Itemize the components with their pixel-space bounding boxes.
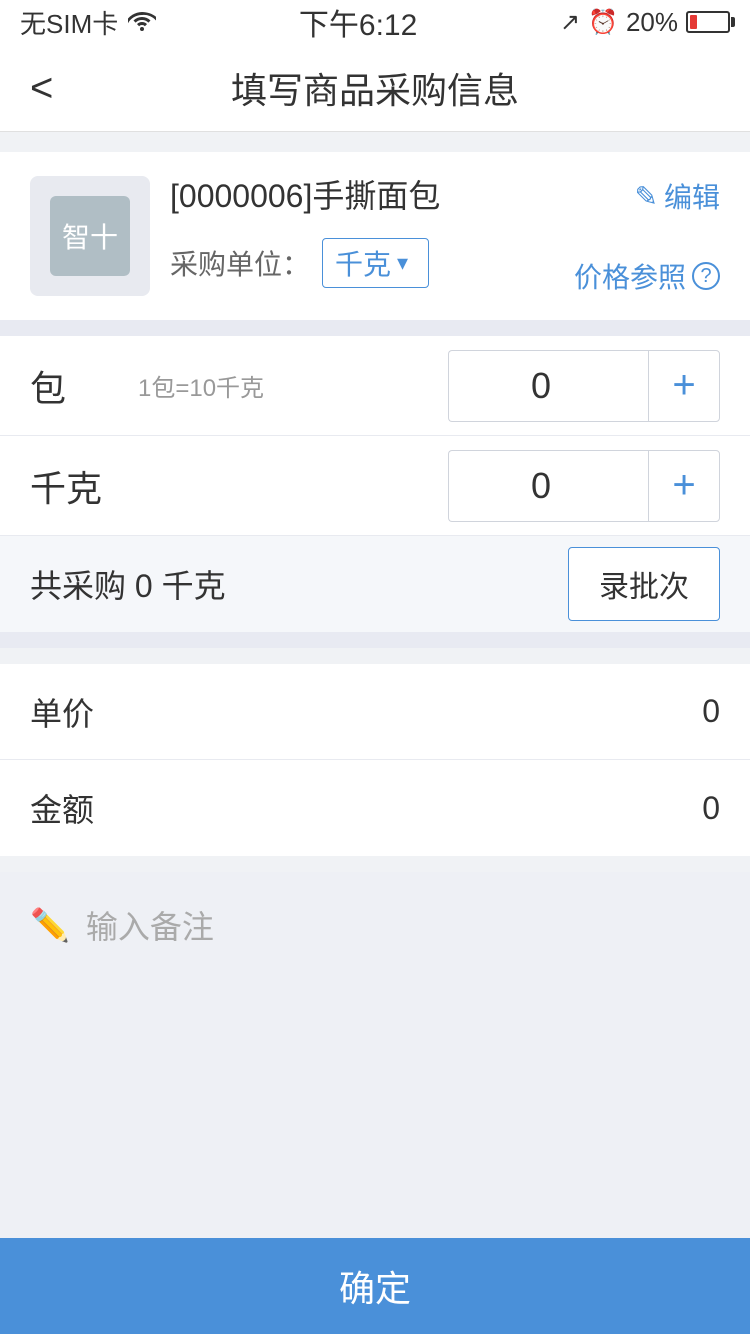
bag-quantity-row: 包 1包=10千克 + <box>0 336 750 436</box>
amount-label: 金额 <box>30 785 94 831</box>
kg-plus-button[interactable]: + <box>648 450 720 522</box>
amount-row: 金额 0 <box>0 760 750 856</box>
notes-section[interactable]: ✏️ 输入备注 <box>0 872 750 978</box>
wifi-icon <box>128 7 156 38</box>
carrier-label: 无SIM卡 <box>20 4 118 41</box>
edit-button[interactable]: ✎ 编辑 <box>635 176 720 216</box>
nav-bar: < 填写商品采购信息 <box>0 44 750 132</box>
unit-select[interactable]: 千克 ▾ <box>322 238 429 288</box>
total-label: 共采购 0 千克 <box>30 561 226 607</box>
unit-label: 采购单位： <box>170 243 310 283</box>
bag-sub: 1包=10千克 <box>138 368 264 403</box>
bag-quantity-input[interactable] <box>448 350 648 422</box>
logo-text: 智十 <box>62 216 118 256</box>
status-right: ↗ ⏰ 20% <box>560 7 730 38</box>
kg-quantity-row: 千克 + <box>0 436 750 536</box>
section-divider-1 <box>0 320 750 336</box>
total-row: 共采购 0 千克 录批次 <box>0 536 750 632</box>
section-divider-2 <box>0 632 750 648</box>
edit-label: 编辑 <box>664 176 720 216</box>
battery-indicator <box>686 11 730 33</box>
unit-price-row: 单价 0 <box>0 664 750 760</box>
edit-icon: ✎ <box>635 180 658 213</box>
status-left: 无SIM卡 <box>20 4 156 41</box>
page-title: 填写商品采购信息 <box>231 62 519 114</box>
amount-value: 0 <box>702 790 720 827</box>
price-section: 单价 0 金额 0 <box>0 664 750 856</box>
product-logo: 智十 <box>50 196 130 276</box>
status-bar: 无SIM卡 下午6:12 ↗ ⏰ 20% <box>0 0 750 44</box>
price-ref-button[interactable]: 价格参照 ? <box>574 256 720 296</box>
kg-input-wrap: + <box>448 450 720 522</box>
record-batch-button[interactable]: 录批次 <box>568 547 720 621</box>
unit-price-label: 单价 <box>30 689 94 735</box>
bag-label: 包 <box>30 360 130 412</box>
quantity-section: 包 1包=10千克 + 千克 + <box>0 336 750 536</box>
confirm-button[interactable]: 确定 <box>0 1238 750 1334</box>
battery-percent: 20% <box>626 7 678 38</box>
alarm-icon: ⏰ <box>588 8 618 37</box>
chevron-down-icon: ▾ <box>397 250 408 276</box>
kg-label: 千克 <box>30 460 130 512</box>
price-ref-label: 价格参照 <box>574 256 686 296</box>
help-icon: ? <box>692 262 720 290</box>
product-image: 智十 <box>30 176 150 296</box>
location-icon: ↗ <box>560 8 580 37</box>
status-time: 下午6:12 <box>299 0 417 44</box>
back-button[interactable]: < <box>30 68 53 108</box>
product-card: 智十 [0000006]手撕面包 采购单位： 千克 ▾ ✎ 编辑 价格参照 ? <box>0 152 750 320</box>
notes-input[interactable]: 输入备注 <box>86 902 214 948</box>
kg-quantity-input[interactable] <box>448 450 648 522</box>
bag-plus-button[interactable]: + <box>648 350 720 422</box>
bag-input-wrap: + <box>448 350 720 422</box>
pencil-icon: ✏️ <box>30 906 70 944</box>
unit-value: 千克 <box>335 243 391 283</box>
confirm-label: 确定 <box>339 1260 411 1312</box>
unit-price-value: 0 <box>702 693 720 730</box>
